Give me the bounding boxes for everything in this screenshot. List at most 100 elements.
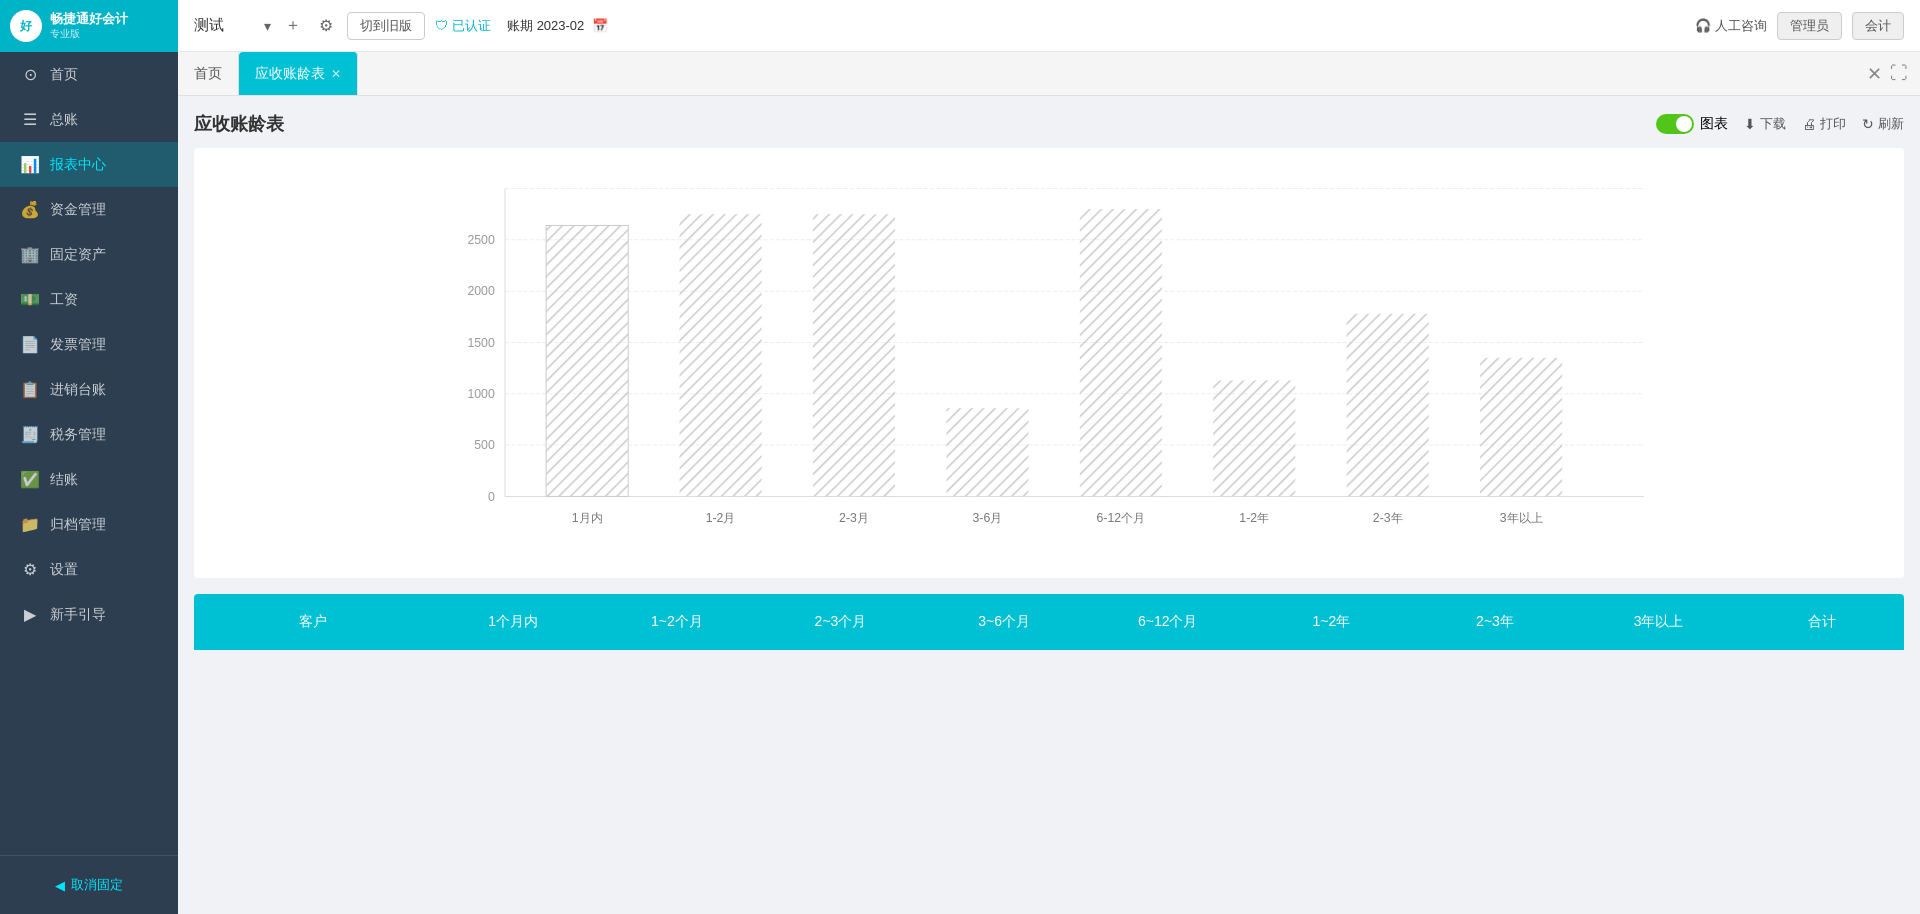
svg-text:6-12个月: 6-12个月: [1097, 511, 1146, 525]
sidebar-label: 固定资产: [50, 246, 106, 264]
period-label: 账期 2023-02 📅: [507, 17, 608, 35]
chart-toggle-wrap: 图表: [1656, 114, 1728, 134]
sidebar-item-报表中心[interactable]: 📊报表中心: [0, 142, 178, 187]
logo-text-wrap: 畅捷通好会计 专业版: [50, 11, 128, 42]
tab-首页[interactable]: 首页: [178, 52, 239, 95]
sidebar-icon: 📁: [20, 515, 40, 534]
expand-button[interactable]: ⛶: [1890, 63, 1908, 84]
svg-text:1月内: 1月内: [572, 511, 603, 525]
sidebar-item-进销台账[interactable]: 📋 进销台账: [0, 367, 178, 412]
refresh-button[interactable]: ↻ 刷新: [1862, 115, 1904, 133]
app-name: 畅捷通好会计: [50, 11, 128, 28]
sidebar: 好 畅捷通好会计 专业版 ⊙ 首页 ☰ 总账 📊报表中心💰资金管理 🏢 固定资产 💵工资📄发票…: [0, 0, 178, 914]
topbar: 测试 ▾ ＋ ⚙ 切到旧版 🛡 已认证 账期 2023-02 📅 🎧 人工咨询 …: [178, 0, 1920, 52]
table-header-3年以上: 3年以上: [1577, 613, 1741, 631]
accountant-button[interactable]: 会计: [1852, 12, 1904, 40]
close-tab-button[interactable]: ✕: [1867, 63, 1882, 85]
print-icon: 🖨: [1802, 116, 1816, 132]
svg-text:500: 500: [474, 438, 495, 452]
table-header-2~3年: 2~3年: [1413, 613, 1577, 631]
sidebar-icon: 🧾: [20, 425, 40, 444]
sidebar-icon: ⚙: [20, 560, 40, 579]
sidebar-icon: 💵: [20, 290, 40, 309]
table-header-6~12个月: 6~12个月: [1086, 613, 1250, 631]
sidebar-item-归档管理[interactable]: 📁 归档管理: [0, 502, 178, 547]
report-title: 应收账龄表: [194, 112, 284, 136]
sidebar-icon: ⊙: [20, 65, 40, 84]
chart-toggle[interactable]: [1656, 114, 1694, 134]
svg-rect-25: [1213, 380, 1295, 496]
unpin-label: 取消固定: [71, 876, 123, 894]
unpin-icon: ◀: [55, 878, 65, 893]
svg-rect-19: [813, 214, 895, 496]
sidebar-icon: ✅: [20, 470, 40, 489]
sidebar-icon: ☰: [20, 110, 40, 129]
svg-text:0: 0: [488, 490, 495, 504]
sidebar-label: 税务管理: [50, 426, 106, 444]
table-header-3~6个月: 3~6个月: [922, 613, 1086, 631]
svg-rect-29: [1480, 358, 1562, 497]
sidebar-logo: 好 畅捷通好会计 专业版: [0, 0, 178, 52]
sidebar-icon: ▶: [20, 605, 40, 624]
admin-button[interactable]: 管理员: [1777, 12, 1842, 40]
tab-close-icon[interactable]: ✕: [331, 67, 341, 81]
sidebar-scroll: ⊙ 首页 ☰ 总账 📊报表中心💰资金管理 🏢 固定资产 💵工资📄发票管理 📋 进销台账 🧾 税务管理 ✅…: [0, 52, 178, 855]
certified-status: 🛡 已认证: [435, 17, 491, 35]
sidebar-label: 首页: [50, 66, 78, 84]
download-icon: ⬇: [1744, 116, 1756, 132]
download-button[interactable]: ⬇ 下载: [1744, 115, 1786, 133]
sidebar-item-固定资产[interactable]: 🏢 固定资产: [0, 232, 178, 277]
sidebar-item-发票管理[interactable]: 📄发票管理: [0, 322, 178, 367]
sidebar-item-设置[interactable]: ⚙ 设置: [0, 547, 178, 592]
table-header-1个月内: 1个月内: [431, 613, 595, 631]
sidebar-item-新手引导[interactable]: ▶新手引导: [0, 592, 178, 637]
bar-chart: 0 500 1000 1500 2000 2500 1月内 1-2月 2-3月 …: [214, 168, 1884, 558]
add-button[interactable]: ＋: [281, 11, 305, 40]
sidebar-item-税务管理[interactable]: 🧾 税务管理: [0, 412, 178, 457]
table-header: 客户1个月内1~2个月2~3个月3~6个月6~12个月1~2年2~3年3年以上合…: [194, 594, 1904, 650]
sidebar-label: 进销台账: [50, 381, 106, 399]
svg-text:1000: 1000: [467, 387, 495, 401]
svg-text:1500: 1500: [467, 336, 495, 350]
table-header-2~3个月: 2~3个月: [759, 613, 923, 631]
project-name: 测试: [194, 16, 254, 35]
tab-应收账龄表[interactable]: 应收账龄表✕: [239, 52, 358, 95]
sidebar-icon: 📋: [20, 380, 40, 399]
page-content: 应收账龄表 图表 ⬇ 下载 🖨 打印 ↻ 刷新: [178, 96, 1920, 914]
chart-toggle-label: 图表: [1700, 115, 1728, 133]
main-area: 测试 ▾ ＋ ⚙ 切到旧版 🛡 已认证 账期 2023-02 📅 🎧 人工咨询 …: [178, 0, 1920, 914]
project-dropdown[interactable]: ▾: [264, 18, 271, 34]
sidebar-label: 总账: [50, 111, 78, 129]
svg-text:2-3月: 2-3月: [839, 511, 869, 525]
unpin-button[interactable]: ◀ 取消固定: [0, 866, 178, 904]
sidebar-bottom: ◀ 取消固定: [0, 855, 178, 914]
logo-icon: 好: [10, 10, 42, 42]
report-actions: 图表 ⬇ 下载 🖨 打印 ↻ 刷新: [1656, 114, 1904, 134]
print-button[interactable]: 🖨 打印: [1802, 115, 1846, 133]
sidebar-icon: 🏢: [20, 245, 40, 264]
settings-icon[interactable]: ⚙: [315, 12, 337, 39]
chart-area: 0 500 1000 1500 2000 2500 1月内 1-2月 2-3月 …: [194, 148, 1904, 578]
sidebar-item-首页[interactable]: ⊙ 首页: [0, 52, 178, 97]
sidebar-item-总账[interactable]: ☰ 总账: [0, 97, 178, 142]
sidebar-item-工资[interactable]: 💵工资: [0, 277, 178, 322]
sidebar-label: 归档管理: [50, 516, 106, 534]
sidebar-item-结账[interactable]: ✅ 结账: [0, 457, 178, 502]
svg-text:2500: 2500: [467, 233, 495, 247]
sidebar-label: 设置: [50, 561, 78, 579]
table-header-客户: 客户: [194, 613, 431, 631]
calendar-icon[interactable]: 📅: [592, 18, 608, 33]
sidebar-label: 结账: [50, 471, 78, 489]
old-version-button[interactable]: 切到旧版: [347, 12, 425, 40]
svg-rect-15: [546, 225, 628, 496]
report-header: 应收账龄表 图表 ⬇ 下载 🖨 打印 ↻ 刷新: [194, 112, 1904, 136]
consult-button[interactable]: 🎧 人工咨询: [1695, 17, 1767, 35]
app-edition: 专业版: [50, 27, 128, 41]
headset-icon: 🎧: [1695, 18, 1711, 33]
table-header-1~2个月: 1~2个月: [595, 613, 759, 631]
sidebar-label: 报表中心: [50, 156, 106, 174]
sidebar-item-资金管理[interactable]: 💰资金管理: [0, 187, 178, 232]
svg-text:3-6月: 3-6月: [973, 511, 1003, 525]
svg-rect-27: [1347, 314, 1429, 497]
svg-text:2000: 2000: [467, 284, 495, 298]
